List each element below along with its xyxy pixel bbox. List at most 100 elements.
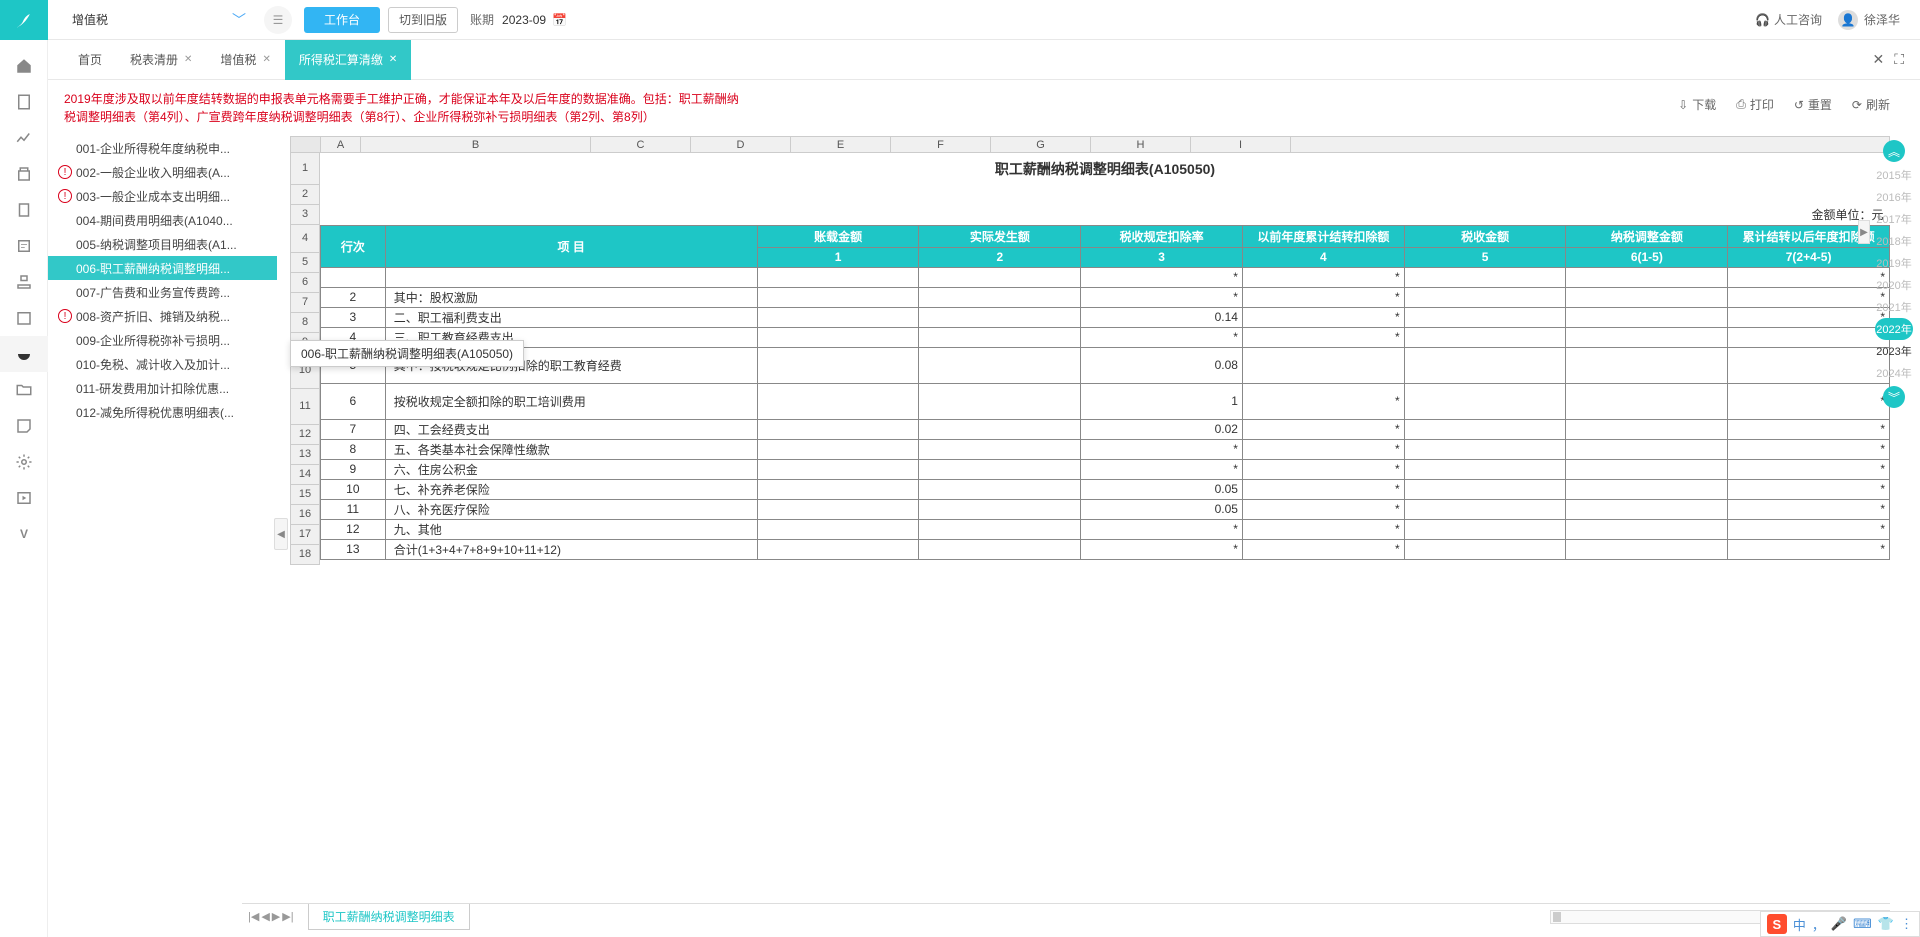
cell[interactable]: 3: [321, 307, 386, 327]
cell[interactable]: 4: [1242, 247, 1404, 267]
cell[interactable]: [1242, 327, 1404, 347]
cell[interactable]: 12: [321, 519, 386, 539]
year-button[interactable]: 2022年: [1875, 318, 1913, 340]
row-header[interactable]: 5: [290, 253, 320, 273]
cell[interactable]: [1404, 307, 1566, 327]
cell[interactable]: [1566, 267, 1728, 287]
row-header[interactable]: 8: [290, 313, 320, 333]
row-header[interactable]: 2: [290, 185, 320, 205]
row-header[interactable]: 17: [290, 525, 320, 545]
cell[interactable]: [321, 267, 386, 287]
cell[interactable]: [757, 307, 919, 327]
cell[interactable]: [1242, 459, 1404, 479]
cell[interactable]: 0.05: [1081, 499, 1243, 519]
cell[interactable]: [919, 383, 1081, 419]
cell[interactable]: 行次: [321, 225, 386, 267]
tab-item[interactable]: 首页: [64, 40, 116, 80]
cell[interactable]: [1404, 539, 1566, 559]
cell[interactable]: 6(1-5): [1566, 247, 1728, 267]
year-up-button[interactable]: ︽: [1883, 140, 1905, 162]
right-expand-handle[interactable]: ▶: [1858, 220, 1870, 244]
close-icon[interactable]: ✕: [184, 54, 192, 65]
reset-button[interactable]: ↺重置: [1794, 96, 1832, 113]
cell[interactable]: 6: [321, 383, 386, 419]
cell[interactable]: 2: [919, 247, 1081, 267]
tab-close-all[interactable]: ✕: [1872, 51, 1884, 68]
nav-folder[interactable]: [0, 372, 48, 408]
select-all-corner[interactable]: [291, 137, 321, 152]
year-down-button[interactable]: ︾: [1883, 386, 1905, 408]
cell[interactable]: [919, 439, 1081, 459]
nav-doc[interactable]: [0, 84, 48, 120]
sheet-nav-last[interactable]: ▶|: [282, 910, 293, 923]
year-button[interactable]: 2023年: [1875, 340, 1913, 362]
cell[interactable]: [1728, 499, 1890, 519]
cell[interactable]: [1404, 479, 1566, 499]
cell[interactable]: [1728, 347, 1890, 383]
cell[interactable]: [1566, 519, 1728, 539]
nav-tax[interactable]: [0, 336, 48, 372]
year-button[interactable]: 2021年: [1875, 296, 1913, 318]
ime-punct[interactable]: ，: [1812, 915, 1825, 934]
cell[interactable]: 1: [757, 247, 919, 267]
cell[interactable]: [1242, 439, 1404, 459]
sheet-nav-prev[interactable]: ◀: [261, 910, 269, 923]
cell[interactable]: [1566, 479, 1728, 499]
sheet-nav-first[interactable]: |◀: [248, 910, 259, 923]
cell[interactable]: [919, 267, 1081, 287]
row-header[interactable]: 15: [290, 485, 320, 505]
tab-fullscreen[interactable]: ⛶: [1894, 51, 1904, 68]
cell[interactable]: [1081, 267, 1243, 287]
cell[interactable]: [385, 267, 757, 287]
cell[interactable]: [1566, 307, 1728, 327]
row-header[interactable]: 14: [290, 465, 320, 485]
cell[interactable]: [1728, 539, 1890, 559]
old-version-button[interactable]: 切到旧版: [388, 7, 458, 33]
cell[interactable]: [1566, 327, 1728, 347]
cell[interactable]: [919, 459, 1081, 479]
form-list-item[interactable]: !003-一般企业成本支出明细...: [48, 184, 277, 208]
cell[interactable]: [1404, 383, 1566, 419]
cell[interactable]: [1081, 459, 1243, 479]
cell[interactable]: 7: [321, 419, 386, 439]
year-button[interactable]: 2020年: [1875, 274, 1913, 296]
scroll-thumb[interactable]: [1553, 912, 1561, 922]
consult-link[interactable]: 🎧 人工咨询: [1755, 11, 1822, 28]
cell[interactable]: [1242, 287, 1404, 307]
cell[interactable]: [919, 419, 1081, 439]
cell[interactable]: [1404, 519, 1566, 539]
workspace-button[interactable]: 工作台: [304, 7, 380, 33]
cell[interactable]: 税收规定扣除率: [1081, 225, 1243, 247]
cell[interactable]: [1081, 287, 1243, 307]
close-icon[interactable]: ✕: [389, 54, 397, 65]
nav-date[interactable]: [0, 300, 48, 336]
cell[interactable]: [757, 519, 919, 539]
cell[interactable]: 实际发生额: [919, 225, 1081, 247]
nav-video[interactable]: [0, 480, 48, 516]
cell[interactable]: [919, 499, 1081, 519]
row-header[interactable]: 11: [290, 389, 320, 425]
cell[interactable]: 项 目: [385, 225, 757, 267]
cell[interactable]: 8: [321, 439, 386, 459]
cell[interactable]: 以前年度累计结转扣除额: [1242, 225, 1404, 247]
cell[interactable]: 九、其他: [385, 519, 757, 539]
cell[interactable]: [1242, 347, 1404, 383]
col-header[interactable]: I: [1191, 137, 1291, 152]
form-list-item[interactable]: 010-免税、减计收入及加计...: [48, 352, 277, 376]
cell[interactable]: 其中：股权激励: [385, 287, 757, 307]
cell[interactable]: [757, 459, 919, 479]
cell[interactable]: 合计(1+3+4+7+8+9+10+11+12): [385, 539, 757, 559]
nav-report[interactable]: [0, 228, 48, 264]
cell[interactable]: [919, 539, 1081, 559]
print-button[interactable]: ⎙打印: [1736, 96, 1774, 113]
cell[interactable]: 13: [321, 539, 386, 559]
cell[interactable]: [1242, 539, 1404, 559]
col-header[interactable]: E: [791, 137, 891, 152]
cell[interactable]: [757, 539, 919, 559]
row-header[interactable]: 3: [290, 205, 320, 225]
cell[interactable]: [1566, 439, 1728, 459]
tab-item[interactable]: 所得税汇算清缴✕: [285, 40, 411, 80]
cell[interactable]: 八、补充医疗保险: [385, 499, 757, 519]
cell[interactable]: [1242, 383, 1404, 419]
cell[interactable]: 0.14: [1081, 307, 1243, 327]
